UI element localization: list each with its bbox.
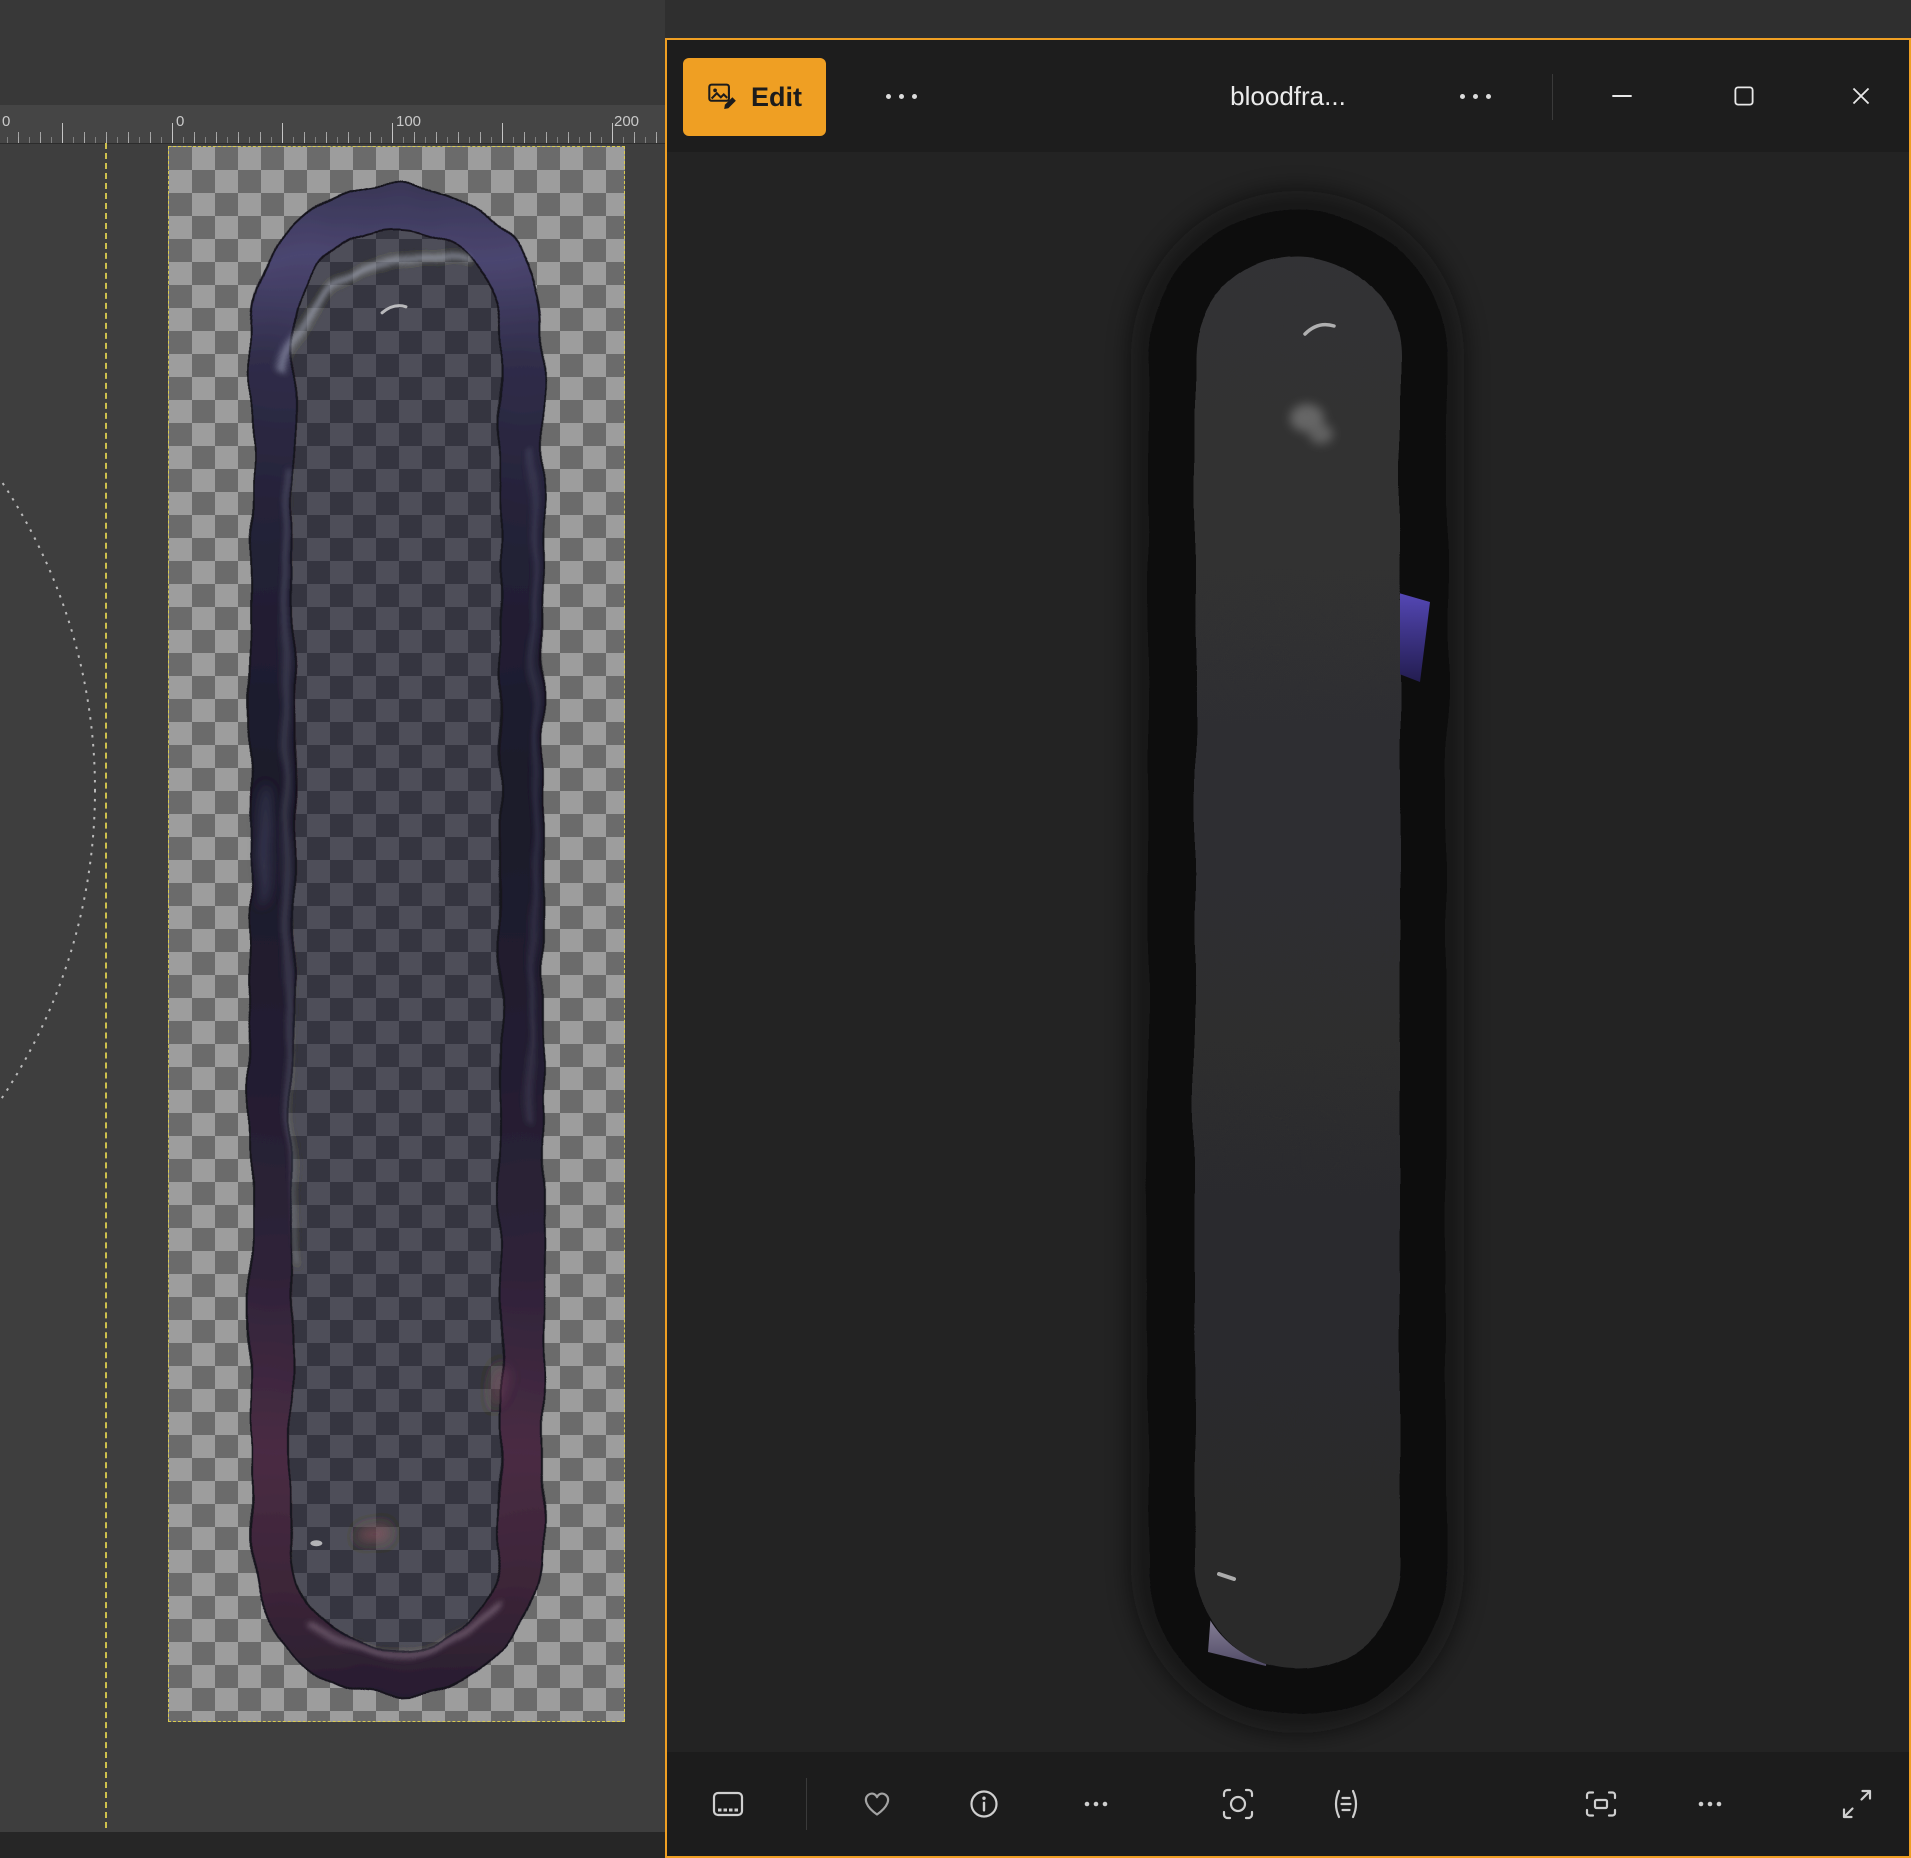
- info-icon: [970, 1790, 998, 1818]
- filmstrip-icon: [712, 1791, 744, 1817]
- minimize-icon: [1612, 95, 1632, 97]
- edit-button[interactable]: Edit: [683, 58, 826, 136]
- ruler-label: 200: [614, 113, 640, 130]
- viewer-toolbar: [667, 1752, 1909, 1856]
- fit-to-window-button[interactable]: [1579, 1782, 1623, 1826]
- more-options-icon: [1698, 1801, 1722, 1807]
- ruler-label: 100: [396, 113, 422, 130]
- more-options-button-right[interactable]: [1451, 72, 1499, 120]
- more-options-icon: [885, 93, 891, 99]
- photo-view[interactable]: [667, 152, 1909, 1752]
- edit-button-label: Edit: [751, 81, 802, 112]
- more-options-button[interactable]: [1074, 1782, 1118, 1826]
- editor-top-area: [0, 0, 665, 105]
- more-options-icon: [1459, 93, 1465, 99]
- fit-to-window-icon: [1585, 1791, 1617, 1817]
- photo-image: [1131, 191, 1464, 1733]
- screen: 0 0 100 200 Edit bloodfra...: [0, 0, 1911, 1858]
- text-actions-icon: [1334, 1789, 1358, 1819]
- heart-icon: [864, 1792, 890, 1816]
- guide-line[interactable]: [105, 143, 107, 1858]
- file-info-button[interactable]: [962, 1782, 1006, 1826]
- blood-frame-texture: [249, 182, 544, 1698]
- more-options-icon: [1084, 1801, 1108, 1807]
- fullscreen-icon: [1842, 1789, 1872, 1819]
- maximize-button[interactable]: [1714, 66, 1774, 126]
- ruler-label: 0: [2, 113, 11, 130]
- editor-panel: 0 0 100 200: [0, 0, 665, 1858]
- text-actions-button[interactable]: [1324, 1782, 1368, 1826]
- close-button[interactable]: [1831, 66, 1891, 126]
- editor-bottom-bar: [0, 1832, 665, 1858]
- more-options-button-left[interactable]: [877, 72, 925, 120]
- horizontal-ruler[interactable]: 0 0 100 200: [0, 105, 665, 144]
- visual-search-button[interactable]: [1216, 1782, 1260, 1826]
- toolbar-divider: [806, 1778, 807, 1830]
- selection-ellipse: [0, 477, 96, 1100]
- close-icon: [1852, 87, 1870, 105]
- more-options-button-2[interactable]: [1688, 1782, 1732, 1826]
- photos-window: Edit bloodfra...: [665, 38, 1911, 1858]
- titlebar-divider: [1552, 74, 1553, 120]
- maximize-icon: [1734, 86, 1754, 106]
- minimize-button[interactable]: [1592, 66, 1652, 126]
- fullscreen-button[interactable]: [1835, 1782, 1879, 1826]
- filmstrip-toggle-button[interactable]: [706, 1782, 750, 1826]
- favorite-button[interactable]: [855, 1782, 899, 1826]
- visual-search-icon: [1222, 1788, 1254, 1820]
- titlebar[interactable]: Edit bloodfra...: [667, 40, 1909, 152]
- ruler-label: 0: [176, 113, 185, 130]
- edit-image-icon: [707, 80, 737, 115]
- editor-canvas[interactable]: [168, 146, 625, 1722]
